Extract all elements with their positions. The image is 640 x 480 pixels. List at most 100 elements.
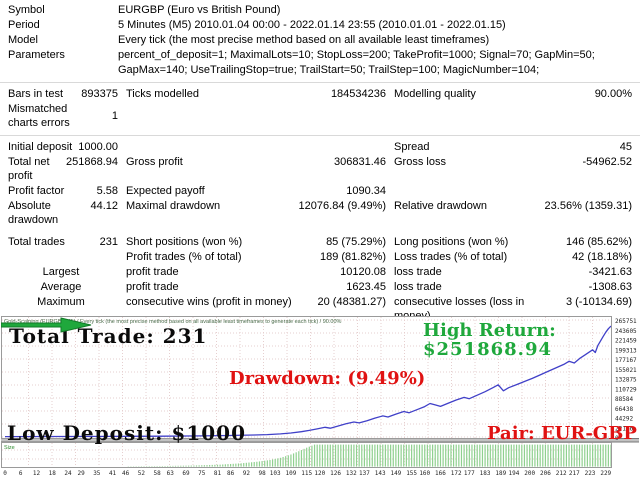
lot-size-bar xyxy=(550,444,552,467)
report-stat-cell: Spread 45 xyxy=(386,140,632,154)
report-stat-cell xyxy=(8,250,118,264)
x-axis-tick-label: 166 xyxy=(435,470,446,477)
report-stat-row: Bars in test 893375 Ticks modelled 18453423… xyxy=(8,87,632,101)
report-stat-cell: Profit trades (% of total) 189 (81.82%) xyxy=(118,250,386,264)
lot-size-bar xyxy=(497,444,499,467)
stat-label: Spread xyxy=(394,141,430,153)
y-axis-tick-label: 199313 xyxy=(615,347,637,354)
lot-size-bar xyxy=(211,464,213,467)
lot-size-bar xyxy=(216,464,219,467)
y-axis-tick-label: 110729 xyxy=(615,386,637,393)
lot-size-bar xyxy=(445,444,447,467)
y-axis-tick-label: 66438 xyxy=(615,406,633,413)
lot-size-bar xyxy=(319,444,321,467)
x-axis-tick-label: 6 xyxy=(19,470,23,477)
report-stat-cell: Initial deposit 1000.00 xyxy=(8,140,118,154)
stat-label: Total trades xyxy=(8,236,65,248)
lot-size-bar xyxy=(329,444,331,467)
report-stat-row: Largest profit trade 10120.08 loss trade -34… xyxy=(8,265,632,279)
report-stat-row: Total trades 231 Short positions (won %) 85… xyxy=(8,235,632,249)
x-axis-tick-label: 109 xyxy=(286,470,297,477)
stat-value xyxy=(628,184,632,198)
lot-size-bar xyxy=(439,444,442,467)
lot-size-bar xyxy=(390,444,392,467)
stat-label: Profit factor xyxy=(8,185,65,197)
y-axis-tick-label: 177167 xyxy=(615,357,637,364)
lot-size-bar xyxy=(492,444,494,467)
lot-size-bar xyxy=(379,444,381,467)
lot-size-bar xyxy=(416,444,418,467)
x-axis-tick-label: 143 xyxy=(375,470,386,477)
report-stat-cell: Short positions (won %) 85 (75.29%) xyxy=(118,235,386,249)
report-stat-cell xyxy=(118,102,386,130)
x-axis-tick-label: 126 xyxy=(330,470,341,477)
x-axis-tick-label: 58 xyxy=(154,470,162,477)
lot-size-bar xyxy=(413,444,415,467)
lot-size-bar xyxy=(400,444,402,467)
lot-size-bar xyxy=(342,444,345,467)
lot-size-bar xyxy=(201,465,203,467)
report-info-row: Parameters percent_of_deposit=1; MaximalL… xyxy=(8,48,632,78)
lot-size-bar xyxy=(471,444,473,467)
stat-value: 42 (18.18%) xyxy=(572,251,632,263)
report-info-row: Model Every tick (the most precise method… xyxy=(8,33,632,48)
lot-size-bar xyxy=(256,461,258,467)
backtest-report-table: Symbol EURGBP (Euro vs British Pound) Peri… xyxy=(0,0,640,365)
stat-label: Long positions (won %) xyxy=(394,236,509,248)
x-axis-tick-label: 92 xyxy=(243,470,251,477)
annotation-high-return-value: $251868.94 xyxy=(423,339,552,360)
x-axis-tick-label: 177 xyxy=(464,470,475,477)
lot-size-bar xyxy=(243,463,245,467)
y-axis-tick-label: 243605 xyxy=(615,328,637,335)
lot-size-bar xyxy=(434,444,436,467)
report-stats-block: Bars in test 893375 Ticks modelled 18453423… xyxy=(0,82,640,135)
lot-size-bar xyxy=(232,463,234,467)
lot-size-bar xyxy=(355,444,358,467)
x-axis-tick-label: 206 xyxy=(540,470,551,477)
lot-size-bar xyxy=(206,465,208,467)
report-stat-cell: Total net profit 251868.94 xyxy=(8,155,118,183)
lot-size-bar xyxy=(581,444,583,467)
lot-size-bar xyxy=(607,444,609,467)
lot-size-bar xyxy=(508,444,510,467)
x-axis-tick-label: 217 xyxy=(569,470,580,477)
x-axis-tick-label: 98 xyxy=(258,470,266,477)
lot-size-bar xyxy=(518,444,520,467)
stat-label: Absolute drawdown xyxy=(8,200,59,226)
lot-size-bar xyxy=(345,444,347,467)
x-axis-tick-label: 69 xyxy=(182,470,190,477)
stat-label: Relative drawdown xyxy=(394,200,487,212)
lot-size-bar xyxy=(455,444,457,467)
lot-size-bar xyxy=(348,444,350,467)
stat-value: 45 xyxy=(619,141,632,153)
x-axis-tick-label: 35 xyxy=(93,470,101,477)
x-axis-tick-label: 115 xyxy=(301,470,312,477)
x-axis-tick-label: 86 xyxy=(227,470,235,477)
report-stat-cell: Largest xyxy=(8,265,118,279)
lot-size-bar xyxy=(479,444,481,467)
report-value: EURGBP (Euro vs British Pound) xyxy=(118,4,281,16)
lot-size-bar xyxy=(350,444,352,467)
lot-size-bar xyxy=(500,444,502,467)
report-label: Parameters xyxy=(8,49,65,61)
stat-label: Gross loss xyxy=(394,156,446,168)
lot-size-bar xyxy=(397,444,400,467)
annotation-pair: Pair: EUR-GBP xyxy=(487,423,637,444)
stat-label: Short positions (won %) xyxy=(126,236,243,248)
lot-size-bar xyxy=(214,464,216,467)
lot-size-bar xyxy=(586,444,588,467)
x-axis-tick-label: 63 xyxy=(167,470,175,477)
annotation-drawdown: Drawdown: (9.49%) xyxy=(229,368,426,389)
lot-size-bar xyxy=(324,444,326,467)
lot-size-bar xyxy=(172,465,174,467)
lot-size-bar xyxy=(421,444,423,467)
lot-size-bar xyxy=(489,444,491,467)
stat-value: 231 xyxy=(99,236,118,248)
lot-size-bar xyxy=(198,465,200,467)
stat-label: Maximal drawdown xyxy=(126,200,221,212)
lot-size-bar xyxy=(203,465,205,467)
lot-size-bar xyxy=(458,444,460,467)
lot-size-bar xyxy=(159,466,161,467)
lot-size-bar xyxy=(313,444,316,467)
x-axis-tick-label: 0 xyxy=(3,470,7,477)
